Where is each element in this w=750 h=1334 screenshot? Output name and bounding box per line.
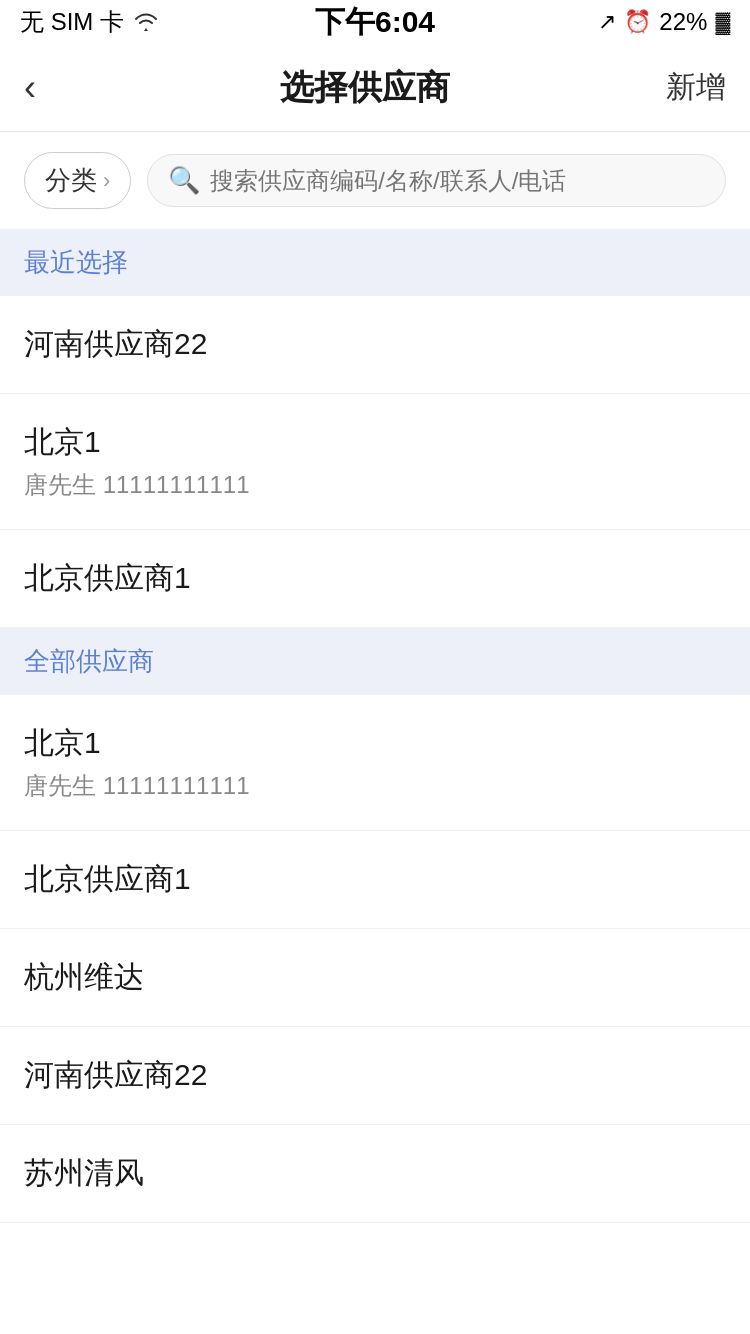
item-sub: 唐先生 11111111111: [24, 770, 726, 802]
location-icon: ↗: [598, 9, 616, 35]
item-sub: 唐先生 11111111111: [24, 469, 726, 501]
item-name: 北京供应商1: [24, 558, 726, 599]
all-list: 北京1 唐先生 11111111111 北京供应商1 杭州维达河南供应商22 苏州清风: [0, 695, 750, 1223]
filter-bar: 分类 › 🔍: [0, 132, 750, 229]
all-section-header: 全部供应商: [0, 628, 750, 695]
search-box[interactable]: 🔍: [147, 154, 726, 207]
category-button[interactable]: 分类 ›: [24, 152, 131, 209]
list-item[interactable]: 北京1 唐先生 11111111111: [0, 695, 750, 831]
list-item[interactable]: 北京供应商1: [0, 831, 750, 929]
item-name: 河南供应商22: [24, 324, 726, 365]
add-button[interactable]: 新增: [646, 67, 726, 108]
status-left: 无 SIM 卡: [20, 6, 160, 38]
status-time: 下午6:04: [315, 2, 435, 43]
chevron-right-icon: ›: [103, 168, 110, 194]
alarm-icon: ⏰: [624, 9, 651, 35]
recent-section-label: 最近选择: [24, 247, 128, 277]
recent-list: 河南供应商22 北京1 唐先生 11111111111 北京供应商1: [0, 296, 750, 628]
battery-label: 22%: [659, 8, 707, 36]
wifi-icon: [132, 12, 160, 32]
item-name: 北京1: [24, 422, 726, 463]
item-name: 北京供应商1: [24, 859, 726, 900]
list-item[interactable]: 北京1 唐先生 11111111111: [0, 394, 750, 530]
item-name: 苏州清风: [24, 1153, 726, 1194]
sim-label: 无 SIM 卡: [20, 6, 124, 38]
category-label: 分类: [45, 163, 97, 198]
all-section-label: 全部供应商: [24, 646, 154, 676]
search-input[interactable]: [210, 167, 705, 195]
status-right: ↗ ⏰ 22% ▓: [598, 8, 730, 36]
status-bar: 无 SIM 卡 下午6:04 ↗ ⏰ 22% ▓: [0, 0, 750, 44]
nav-bar: ‹ 选择供应商 新增: [0, 44, 750, 132]
list-item[interactable]: 河南供应商22: [0, 1027, 750, 1125]
item-name: 北京1: [24, 723, 726, 764]
item-name: 杭州维达: [24, 957, 726, 998]
search-icon: 🔍: [168, 165, 200, 196]
battery-icon: ▓: [715, 11, 730, 34]
list-item[interactable]: 北京供应商1: [0, 530, 750, 628]
back-button[interactable]: ‹: [24, 67, 84, 109]
page-title: 选择供应商: [280, 65, 450, 111]
recent-section-header: 最近选择: [0, 229, 750, 296]
item-name: 河南供应商22: [24, 1055, 726, 1096]
list-item[interactable]: 杭州维达: [0, 929, 750, 1027]
list-item[interactable]: 苏州清风: [0, 1125, 750, 1223]
list-item[interactable]: 河南供应商22: [0, 296, 750, 394]
